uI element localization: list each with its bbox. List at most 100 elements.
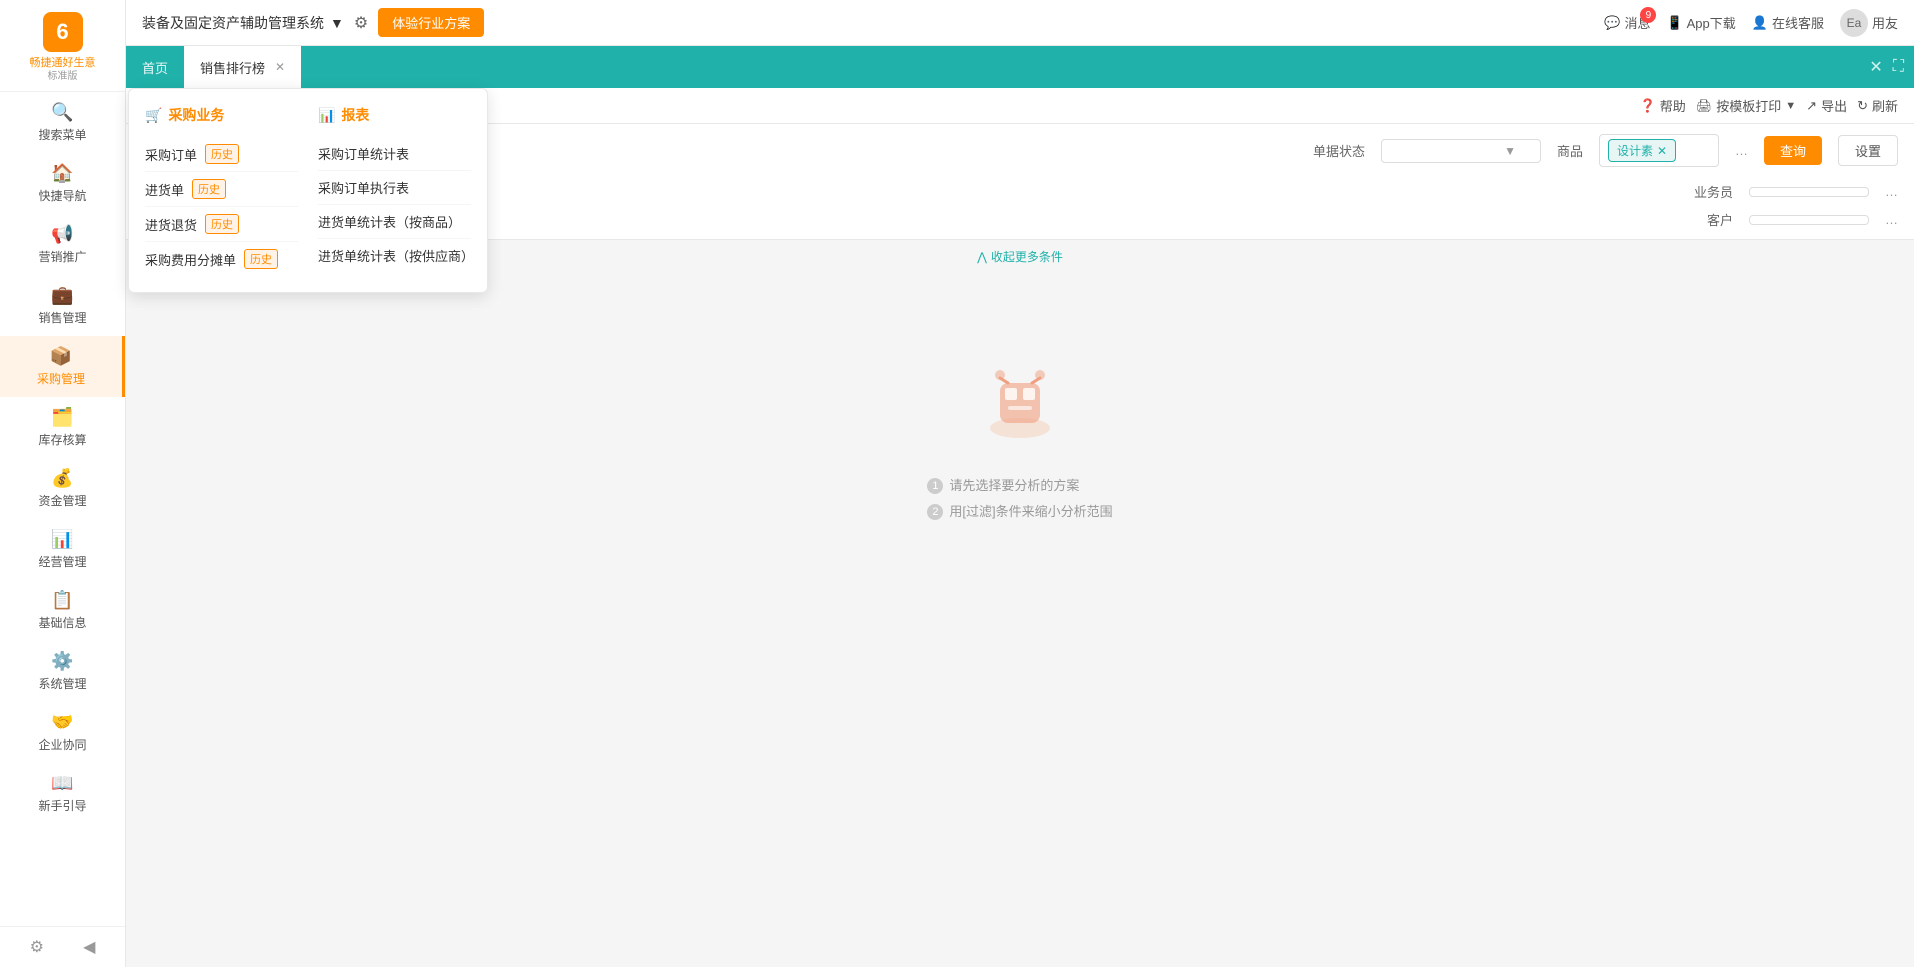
purchase-order-stat-label: 采购订单统计表 [318,144,409,163]
tabbar-right: ✕ ⛶ [1869,57,1914,77]
sidebar-item-marketing[interactable]: 📢 营销推广 [0,214,125,275]
help-btn[interactable]: ❓ 帮助 [1640,96,1686,115]
report-col-title: 📊 报表 [318,105,471,125]
sidebar-label-quick-nav: 快捷导航 [38,187,86,204]
app-label: App下载 [1687,13,1736,32]
tab-fullscreen-icon[interactable]: ⛶ [1893,58,1904,76]
system-name: 装备及固定资产辅助管理系统 ▼ [142,13,344,33]
report-col-icon: 📊 [318,107,335,124]
salesperson-more-icon[interactable]: … [1885,184,1898,199]
topbar: 装备及固定资产辅助管理系统 ▼ ⚙ 体验行业方案 💬 消息 9 📱 App下载 … [126,0,1914,46]
service-label: 在线客服 [1772,13,1824,32]
sidebar-item-purchase[interactable]: 📦 采购管理 [0,336,125,397]
sidebar-label-inventory: 库存核算 [38,431,86,448]
print-dropdown-icon[interactable]: ▼ [1785,100,1796,112]
sidebar-label-search: 搜索菜单 [38,126,86,143]
sidebar-label-operations: 经营管理 [38,553,86,570]
system-dropdown-icon[interactable]: ▼ [330,15,344,31]
sidebar-item-search[interactable]: 🔍 搜索菜单 [0,92,125,153]
sidebar-label-basic-info: 基础信息 [38,614,86,631]
tab-sales-rank-label: 销售排行榜 [200,58,265,77]
user-btn[interactable]: Ea 用友 [1840,9,1898,37]
help-icon: ❓ [1640,98,1656,114]
goods-tag-close-icon[interactable]: ✕ [1657,144,1667,158]
refresh-label: 刷新 [1872,96,1898,115]
operations-nav-icon: 📊 [51,529,73,550]
tab-home-label: 首页 [142,58,168,77]
collapse-label: 收起更多条件 [991,248,1063,265]
message-icon: 💬 [1604,15,1620,31]
sidebar-label-finance: 资金管理 [38,492,86,509]
guide-nav-icon: 📖 [51,773,73,794]
print-label: 按模板打印 [1716,96,1781,115]
sidebar-item-operations[interactable]: 📊 经营管理 [0,519,125,580]
collapse-btn[interactable]: ⋀ 收起更多条件 [977,248,1063,265]
settings-btn[interactable]: 设置 [1838,135,1898,166]
inbound-stat-supplier-label: 进货单统计表（按供应商） [318,246,471,265]
sidebar-item-basic-info[interactable]: 📋 基础信息 [0,580,125,641]
refresh-btn[interactable]: ↻ 刷新 [1857,96,1898,115]
print-btn[interactable]: 🖨 按模板打印 ▼ [1696,96,1796,115]
inventory-nav-icon: 🗂️ [51,407,73,428]
collapse-up-icon: ⋀ [977,250,987,264]
app-download-btn[interactable]: 📱 App下载 [1666,13,1735,32]
empty-tip1: 1 请先选择要分析的方案 [927,473,1112,499]
salesperson-select[interactable] [1749,187,1869,197]
system-nav-icon: ⚙️ [51,651,73,672]
sidebar-item-finance[interactable]: 💰 资金管理 [0,458,125,519]
sidebar-item-quick-nav[interactable]: 🏠 快捷导航 [0,153,125,214]
avatar: Ea [1840,9,1868,37]
collapse-sidebar-icon[interactable]: ◀ [83,937,95,957]
query-btn[interactable]: 查询 [1764,136,1822,165]
tab-home[interactable]: 首页 [126,46,184,88]
finance-nav-icon: 💰 [51,468,73,489]
dropdown-item-inbound-stat-goods[interactable]: 进货单统计表（按商品） [318,205,471,239]
tab-sales-rank[interactable]: 销售排行榜 ✕ [184,46,301,88]
dropdown-item-purchase-expense[interactable]: 采购费用分摊单 历史 [145,242,298,276]
settings-bottom-icon[interactable]: ⚙ [30,937,44,957]
dropdown-item-purchase-order[interactable]: 采购订单 历史 [145,137,298,172]
message-badge: 9 [1640,7,1656,23]
sidebar-label-purchase: 采购管理 [37,370,85,387]
purchase-expense-label: 采购费用分摊单 [145,250,236,269]
sidebar-label-guide: 新手引导 [38,797,86,814]
dropdown-item-purchase-order-stat[interactable]: 采购订单统计表 [318,137,471,171]
purchase-expense-history-tag: 历史 [244,249,278,269]
sidebar-label-marketing: 营销推广 [38,248,86,265]
enterprise-nav-icon: 🤝 [51,712,73,733]
dropdown-item-inbound[interactable]: 进货单 历史 [145,172,298,207]
sidebar-item-sales[interactable]: 💼 销售管理 [0,275,125,336]
sidebar-logo: 6 畅捷通好生意 标准版 [0,0,125,92]
industry-btn[interactable]: 体验行业方案 [378,8,484,37]
purchase-col-title: 🛒 采购业务 [145,105,298,125]
sidebar-item-inventory[interactable]: 🗂️ 库存核算 [0,397,125,458]
tab-close-all-icon[interactable]: ✕ [1869,57,1882,77]
customer-more-icon[interactable]: … [1885,212,1898,227]
dropdown-item-inbound-stat-supplier[interactable]: 进货单统计表（按供应商） [318,239,471,272]
sidebar-item-guide[interactable]: 📖 新手引导 [0,763,125,824]
export-icon: ↗ [1806,98,1817,114]
message-btn[interactable]: 💬 消息 9 [1604,13,1650,32]
sidebar-item-enterprise[interactable]: 🤝 企业协同 [0,702,125,763]
return-history-tag: 历史 [205,214,239,234]
logo-brand: 畅捷通好生意 标准版 [30,56,96,83]
goods-tag: 设计素 ✕ [1608,139,1676,162]
export-btn[interactable]: ↗ 导出 [1806,96,1847,115]
marketing-nav-icon: 📢 [51,224,73,245]
goods-filter-more-icon[interactable]: … [1735,143,1748,158]
salesperson-label: 业务员 [1694,182,1733,201]
goods-filter-box[interactable]: 设计素 ✕ [1599,134,1719,167]
sidebar-label-enterprise: 企业协同 [38,736,86,753]
purchase-nav-icon: 📦 [50,346,72,367]
sidebar-item-system[interactable]: ⚙️ 系统管理 [0,641,125,702]
purchase-dropdown-menu: 🛒 采购业务 采购订单 历史 进货单 历史 进货退货 历史 采购费用分摊单 历史… [128,88,488,293]
customer-select[interactable] [1749,215,1869,225]
online-service-btn[interactable]: 👤 在线客服 [1752,13,1824,32]
voucher-status-select[interactable]: ▼ [1381,139,1541,163]
topbar-settings-icon[interactable]: ⚙ [354,13,368,33]
tab-close-icon[interactable]: ✕ [275,60,285,74]
sidebar-bottom: ⚙ ◀ [0,926,125,967]
export-label: 导出 [1821,96,1847,115]
dropdown-item-return[interactable]: 进货退货 历史 [145,207,298,242]
dropdown-item-purchase-order-exec[interactable]: 采购订单执行表 [318,171,471,205]
